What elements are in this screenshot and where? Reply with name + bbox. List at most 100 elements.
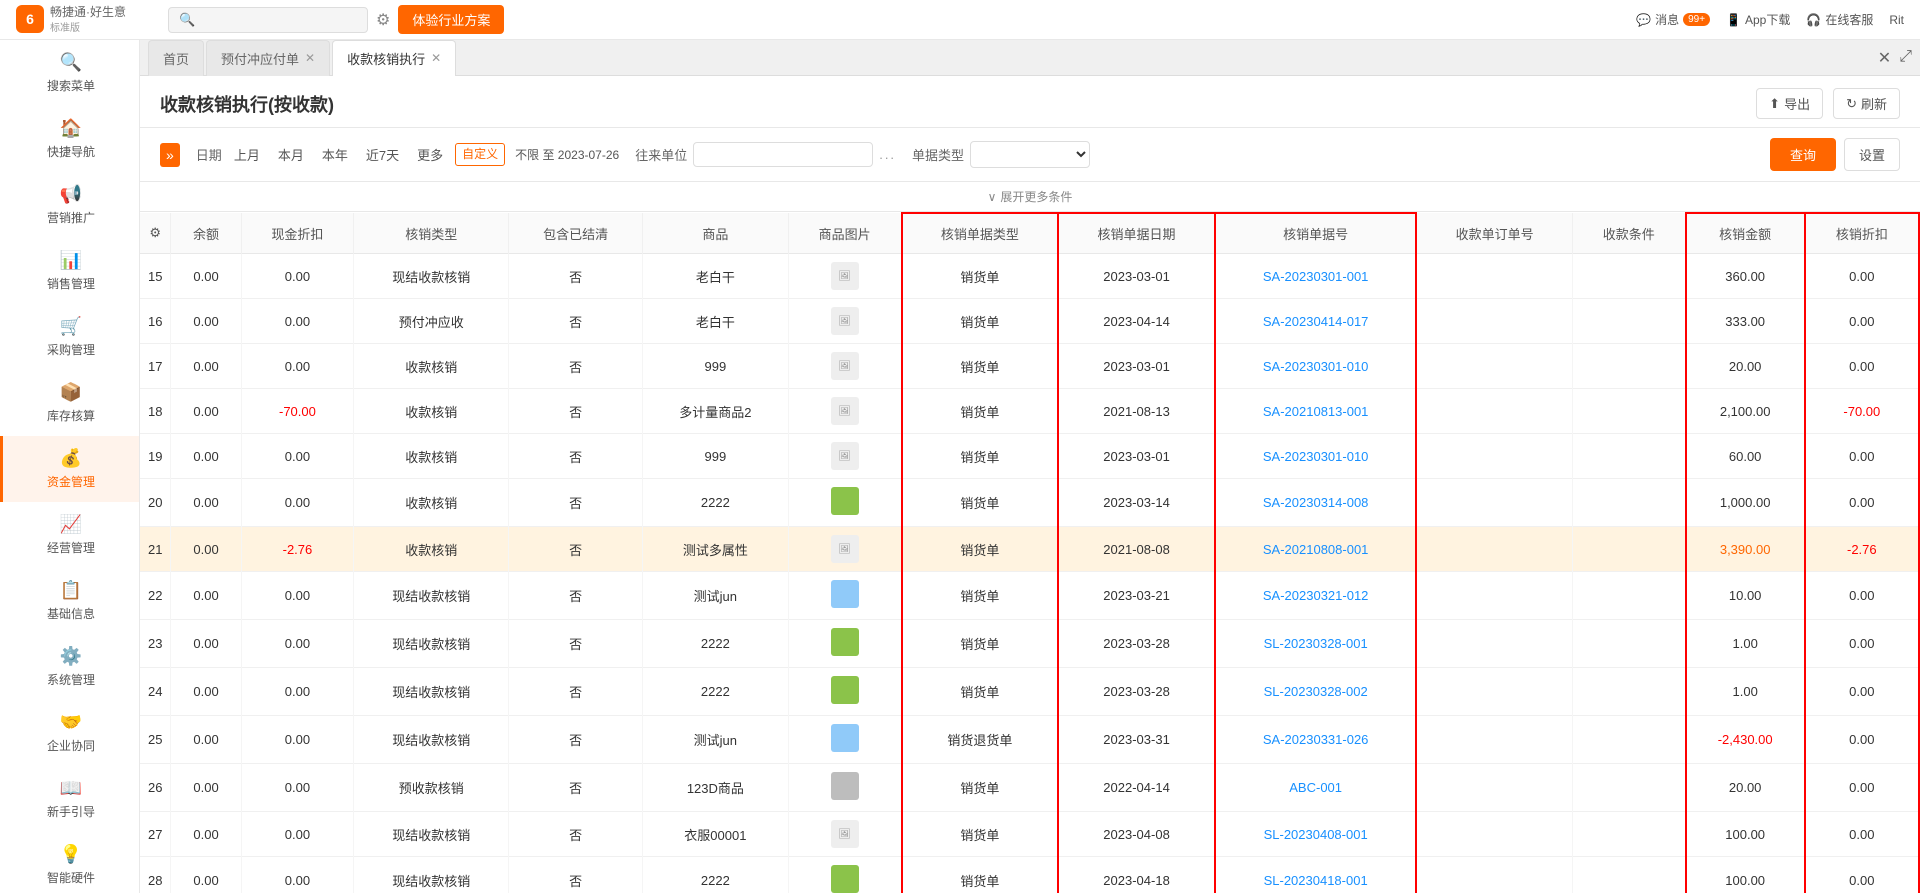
export-btn[interactable]: ⬆ 导出 <box>1756 88 1823 119</box>
inventory-icon: 📦 <box>60 382 82 403</box>
td-no: 22 <box>140 572 171 620</box>
td-cancel-amount: 360.00 <box>1686 254 1805 299</box>
td-receipt-order-no <box>1416 434 1572 479</box>
table-row: 21 0.00 -2.76 收款核销 否 测试多属性 🖼 销货单 2021-08… <box>140 527 1919 572</box>
td-cancel-bill-no[interactable]: SA-20210808-001 <box>1215 527 1417 572</box>
td-include-settled: 否 <box>509 764 643 812</box>
query-btn[interactable]: 查询 <box>1770 138 1836 171</box>
td-receipt-order-no <box>1416 857 1572 893</box>
maximize-icon[interactable]: ⤢ <box>1899 48 1912 68</box>
sidebar-item-system[interactable]: ⚙️ 系统管理 <box>0 634 139 700</box>
sidebar-item-nav[interactable]: 🏠 快捷导航 <box>0 106 139 172</box>
td-cash-discount: 0.00 <box>241 344 354 389</box>
gear-icon[interactable]: ⚙ <box>376 10 390 30</box>
td-cancel-discount: 0.00 <box>1805 254 1919 299</box>
online-service-btn[interactable]: 🎧 在线客服 <box>1806 11 1873 28</box>
expand-more-btn[interactable]: ∨ 展开更多条件 <box>988 188 1073 205</box>
td-cancel-bill-date: 2023-03-01 <box>1058 434 1215 479</box>
td-cancel-bill-no[interactable]: SA-20210813-001 <box>1215 389 1417 434</box>
td-cancel-bill-no[interactable]: SA-20230414-017 <box>1215 299 1417 344</box>
partner-label: 往来单位 <box>635 145 687 164</box>
sidebar-label-management: 经营管理 <box>47 539 95 556</box>
td-product: 老白干 <box>643 299 789 344</box>
td-include-settled: 否 <box>509 716 643 764</box>
sidebar-item-collab[interactable]: 🤝 企业协同 <box>0 700 139 766</box>
page-title: 收款核销执行(按收款) <box>160 91 334 117</box>
td-cancel-bill-no[interactable]: SL-20230328-001 <box>1215 620 1417 668</box>
td-cancel-amount: 2,100.00 <box>1686 389 1805 434</box>
td-cancel-bill-date: 2023-04-14 <box>1058 299 1215 344</box>
sidebar-item-marketing[interactable]: 📢 营销推广 <box>0 172 139 238</box>
td-cancel-bill-no[interactable]: ABC-001 <box>1215 764 1417 812</box>
sidebar-item-inventory[interactable]: 📦 库存核算 <box>0 370 139 436</box>
search-box[interactable]: 🔍 <box>168 7 368 33</box>
td-cancel-bill-type: 销货单 <box>902 389 1059 434</box>
td-cancel-type: 现结收款核销 <box>354 857 509 893</box>
partner-filter-group: 往来单位 ... <box>635 142 896 167</box>
td-cancel-bill-no[interactable]: SA-20230331-026 <box>1215 716 1417 764</box>
tab-cancel[interactable]: 收款核销执行 ✕ <box>332 40 456 76</box>
sidebar-item-guide[interactable]: 📖 新手引导 <box>0 766 139 832</box>
td-cancel-bill-type: 销货单 <box>902 764 1059 812</box>
sidebar-item-purchase[interactable]: 🛒 采购管理 <box>0 304 139 370</box>
date-opt-more[interactable]: 更多 <box>411 143 449 166</box>
td-cancel-bill-date: 2023-03-21 <box>1058 572 1215 620</box>
date-opt-7days[interactable]: 近7天 <box>360 143 405 166</box>
td-cancel-bill-no[interactable]: SA-20230321-012 <box>1215 572 1417 620</box>
date-opt-last-month[interactable]: 上月 <box>228 143 266 166</box>
date-opt-custom[interactable]: 自定义 <box>455 143 505 166</box>
td-cancel-amount: 1,000.00 <box>1686 479 1805 527</box>
table-row: 22 0.00 0.00 现结收款核销 否 测试jun 销货单 2023-03-… <box>140 572 1919 620</box>
td-cancel-bill-no[interactable]: SL-20230408-001 <box>1215 812 1417 857</box>
export-icon: ⬆ <box>1769 96 1780 112</box>
tab-prepay-close[interactable]: ✕ <box>305 51 315 65</box>
td-cancel-bill-no[interactable]: SA-20230314-008 <box>1215 479 1417 527</box>
sidebar-label-sales: 销售管理 <box>47 275 95 292</box>
td-product-img: 🖼 <box>788 527 901 572</box>
td-include-settled: 否 <box>509 344 643 389</box>
td-balance: 0.00 <box>171 434 241 479</box>
td-receipt-condition <box>1572 812 1685 857</box>
filter-collapse-btn[interactable]: » <box>160 143 180 167</box>
sidebar-item-basic[interactable]: 📋 基础信息 <box>0 568 139 634</box>
sidebar-item-sales[interactable]: 📊 销售管理 <box>0 238 139 304</box>
table-row: 28 0.00 0.00 现结收款核销 否 2222 销货单 2023-04-1… <box>140 857 1919 893</box>
td-cancel-bill-no[interactable]: SL-20230328-002 <box>1215 668 1417 716</box>
td-cancel-bill-no[interactable]: SA-20230301-010 <box>1215 434 1417 479</box>
td-cancel-bill-no[interactable]: SL-20230418-001 <box>1215 857 1417 893</box>
date-opt-this-year[interactable]: 本年 <box>316 143 354 166</box>
sidebar-item-search[interactable]: 🔍 搜索菜单 <box>0 40 139 106</box>
product-img: 🖼 <box>831 262 859 290</box>
bill-type-select[interactable] <box>970 141 1090 168</box>
tab-prepay[interactable]: 预付冲应付单 ✕ <box>206 40 330 76</box>
date-opt-this-month[interactable]: 本月 <box>272 143 310 166</box>
settings-btn[interactable]: 设置 <box>1844 138 1900 171</box>
sidebar-item-management[interactable]: 📈 经营管理 <box>0 502 139 568</box>
td-include-settled: 否 <box>509 434 643 479</box>
tab-home[interactable]: 首页 <box>148 40 204 76</box>
partner-input[interactable] <box>693 142 873 167</box>
td-cancel-amount: 10.00 <box>1686 572 1805 620</box>
td-cancel-bill-no[interactable]: SA-20230301-010 <box>1215 344 1417 389</box>
td-cash-discount: 0.00 <box>241 299 354 344</box>
industry-btn[interactable]: 体验行业方案 <box>398 5 504 34</box>
table-row: 27 0.00 0.00 现结收款核销 否 衣服00001 🖼 销货单 2023… <box>140 812 1919 857</box>
sidebar-item-hardware[interactable]: 💡 智能硬件 <box>0 832 139 893</box>
refresh-btn[interactable]: ↻ 刷新 <box>1833 88 1900 119</box>
td-cancel-bill-date: 2023-03-01 <box>1058 254 1215 299</box>
td-cancel-bill-no[interactable]: SA-20230301-001 <box>1215 254 1417 299</box>
close-window-icon[interactable]: ✕ <box>1878 48 1891 68</box>
td-receipt-condition <box>1572 620 1685 668</box>
app-download-btn[interactable]: 📱 App下载 <box>1726 11 1790 28</box>
td-balance: 0.00 <box>171 479 241 527</box>
partner-dots: ... <box>879 147 896 162</box>
td-product: 2222 <box>643 857 789 893</box>
user-name[interactable]: Rit <box>1889 13 1904 27</box>
message-btn[interactable]: 💬 消息 99+ <box>1636 11 1710 28</box>
search-input[interactable] <box>201 13 351 27</box>
tab-cancel-close[interactable]: ✕ <box>431 51 441 65</box>
td-cancel-discount: 0.00 <box>1805 344 1919 389</box>
product-img <box>831 772 859 800</box>
td-product-img: 🖼 <box>788 344 901 389</box>
sidebar-item-finance[interactable]: 💰 资金管理 <box>0 436 139 502</box>
